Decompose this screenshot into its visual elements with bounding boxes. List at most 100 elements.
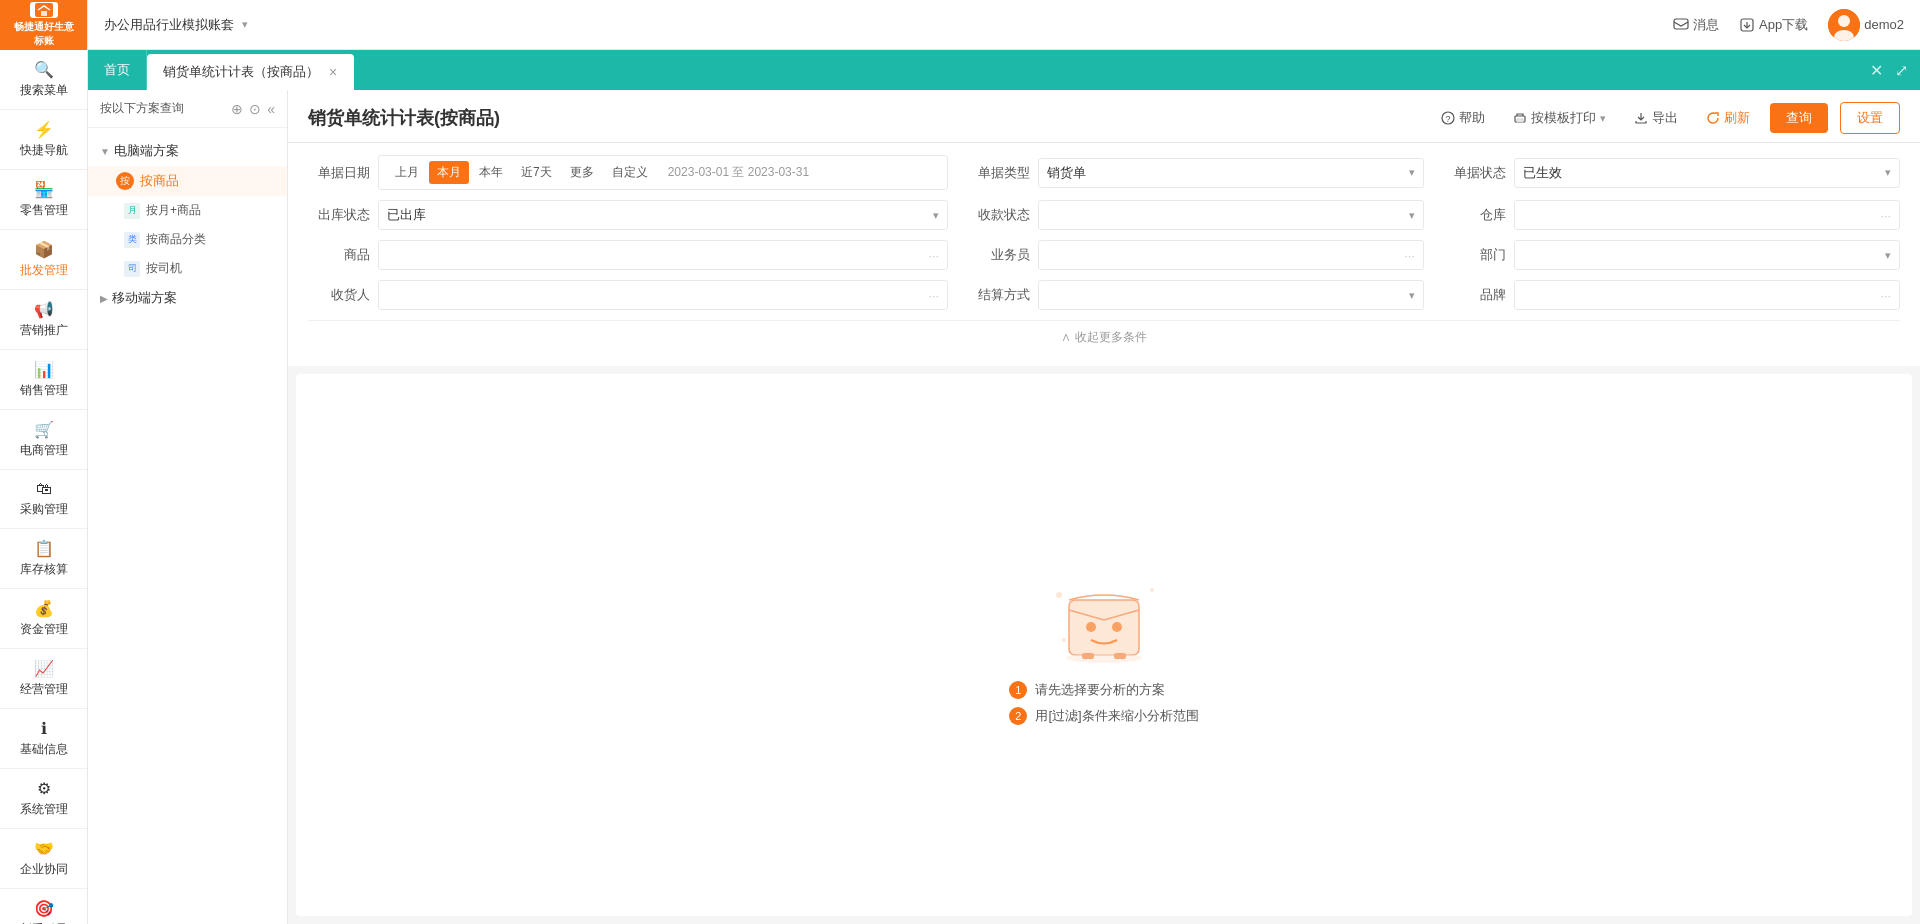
scheme-collapse-btn[interactable]: « — [267, 101, 275, 117]
recv-filter[interactable]: ▾ — [1038, 200, 1424, 230]
scheme-add-btn[interactable]: ⊕ — [231, 101, 243, 117]
tree-item-by-category[interactable]: 类 按商品分类 — [88, 225, 287, 254]
warehouse-dots: ··· — [1880, 208, 1891, 223]
scheme-settings-btn[interactable]: ⊙ — [249, 101, 261, 117]
page-title: 销货单统计计表(按商品) — [308, 106, 500, 130]
sidebar-label-wholesale: 批发管理 — [20, 262, 68, 279]
marketing-icon: 📢 — [34, 300, 54, 319]
tab-home[interactable]: 首页 — [88, 50, 147, 90]
recv-dropdown-arrow[interactable]: ▾ — [1409, 209, 1415, 222]
by-product-icon: 按 — [116, 172, 134, 190]
tree-item-by-product[interactable]: 按 按商品 — [88, 166, 287, 196]
out-filter[interactable]: 已出库 ▾ — [378, 200, 948, 230]
ecom-icon: 🛒 — [34, 420, 54, 439]
sidebar-nav: 🔍 搜索菜单 ⚡ 快捷导航 🏪 零售管理 📦 批发管理 📢 营销推广 📊 销售管… — [0, 50, 87, 924]
tab-close-btn[interactable]: × — [329, 64, 337, 80]
export-label: 导出 — [1652, 109, 1678, 127]
date-tab-last-month[interactable]: 上月 — [387, 161, 427, 184]
filter-area: 单据日期 上月 本月 本年 近7天 更多 自定义 2023-03-01 至 20… — [288, 143, 1920, 366]
sidebar-item-marketing[interactable]: 📢 营销推广 — [0, 290, 87, 350]
brand-filter[interactable]: ··· — [1514, 280, 1900, 310]
export-btn[interactable]: 导出 — [1626, 105, 1686, 131]
date-tab-this-month[interactable]: 本月 — [429, 161, 469, 184]
tree-item-by-month-product[interactable]: 月 按月+商品 — [88, 196, 287, 225]
settings-btn[interactable]: 设置 — [1840, 102, 1900, 134]
quick-nav-icon: ⚡ — [34, 120, 54, 139]
type-dropdown-arrow[interactable]: ▾ — [1409, 166, 1415, 179]
print-btn[interactable]: 按模板打印 ▾ — [1505, 105, 1614, 131]
tab-close-all-btn[interactable]: ✕ — [1866, 57, 1887, 84]
refresh-label: 刷新 — [1724, 109, 1750, 127]
purchase-icon: 🛍 — [36, 480, 52, 498]
tab-bar-actions: ✕ ⤢ — [1866, 57, 1920, 84]
refresh-btn[interactable]: 刷新 — [1698, 105, 1758, 131]
warehouse-filter[interactable]: ··· — [1514, 200, 1900, 230]
sidebar-item-wholesale[interactable]: 📦 批发管理 — [0, 230, 87, 290]
sidebar-item-purchase[interactable]: 🛍 采购管理 — [0, 470, 87, 529]
tree-group-mobile-header[interactable]: ▶ 移动端方案 — [88, 283, 287, 313]
print-dropdown-arrow[interactable]: ▾ — [1600, 112, 1606, 125]
by-category-label: 按商品分类 — [146, 231, 206, 248]
date-filter[interactable]: 上月 本月 本年 近7天 更多 自定义 2023-03-01 至 2023-03… — [378, 155, 948, 190]
query-btn[interactable]: 查询 — [1770, 103, 1828, 133]
sidebar-item-enterprise[interactable]: 🤝 企业协同 — [0, 829, 87, 889]
dept-dropdown-arrow[interactable]: ▾ — [1885, 249, 1891, 262]
status-dropdown-arrow[interactable]: ▾ — [1885, 166, 1891, 179]
sidebar-item-basic[interactable]: ℹ 基础信息 — [0, 709, 87, 769]
top-header: 办公用品行业模拟账套 ▾ 消息 App下载 — [88, 0, 1920, 50]
status-filter[interactable]: 已生效 ▾ — [1514, 158, 1900, 188]
app-download-btn[interactable]: App下载 — [1739, 16, 1808, 34]
page-title-bar: 销货单统计计表(按商品) ? 帮助 — [288, 90, 1920, 143]
empty-tip-1: 1 请先选择要分析的方案 — [1009, 681, 1198, 699]
date-tab-7days[interactable]: 近7天 — [513, 161, 560, 184]
help-label: 帮助 — [1459, 109, 1485, 127]
tab-maximize-btn[interactable]: ⤢ — [1891, 57, 1912, 84]
sidebar-label-marketing: 营销推广 — [20, 322, 68, 339]
sidebar: 畅捷通好生意 标账 🔍 搜索菜单 ⚡ 快捷导航 🏪 零售管理 📦 批发管理 📢 … — [0, 0, 88, 924]
tab-sales-stats[interactable]: 销货单统计计表（按商品） × — [147, 54, 354, 90]
tip-text-2: 用[过滤]条件来缩小分析范围 — [1035, 707, 1198, 725]
sidebar-item-newbie[interactable]: 🎯 新手引导 — [0, 889, 87, 924]
payment-dropdown-arrow[interactable]: ▾ — [1409, 289, 1415, 302]
sidebar-label-ecom: 电商管理 — [20, 442, 68, 459]
dept-filter[interactable]: ▾ — [1514, 240, 1900, 270]
date-tab-custom[interactable]: 自定义 — [604, 161, 656, 184]
payment-filter[interactable]: ▾ — [1038, 280, 1424, 310]
inventory-icon: 📋 — [34, 539, 54, 558]
product-filter[interactable]: ··· — [378, 240, 948, 270]
sidebar-item-sys[interactable]: ⚙ 系统管理 — [0, 769, 87, 829]
tree-item-by-warehouse[interactable]: 司 按司机 — [88, 254, 287, 283]
staff-filter[interactable]: ··· — [1038, 240, 1424, 270]
collapse-bar[interactable]: ∧ 收起更多条件 — [308, 320, 1900, 354]
sidebar-item-quick-nav[interactable]: ⚡ 快捷导航 — [0, 110, 87, 170]
type-filter[interactable]: 销货单 ▾ — [1038, 158, 1424, 188]
recv-label: 收款状态 — [968, 206, 1038, 224]
tip-num-1: 1 — [1009, 681, 1027, 699]
svg-point-15 — [1056, 592, 1062, 598]
sidebar-item-ecom[interactable]: 🛒 电商管理 — [0, 410, 87, 470]
search-menu-icon: 🔍 — [34, 60, 54, 79]
date-tab-more[interactable]: 更多 — [562, 161, 602, 184]
sidebar-item-biz[interactable]: 📈 经营管理 — [0, 649, 87, 709]
user-avatar-btn[interactable]: demo2 — [1828, 9, 1904, 41]
date-tab-this-year[interactable]: 本年 — [471, 161, 511, 184]
receiver-filter[interactable]: ··· — [378, 280, 948, 310]
product-dots: ··· — [928, 248, 939, 263]
sidebar-item-finance[interactable]: 💰 资金管理 — [0, 589, 87, 649]
app-title-dropdown[interactable]: ▾ — [242, 18, 248, 31]
logo-area[interactable]: 畅捷通好生意 标账 — [0, 0, 87, 50]
svg-point-17 — [1062, 638, 1066, 642]
message-btn[interactable]: 消息 — [1673, 16, 1719, 34]
out-dropdown-arrow[interactable]: ▾ — [933, 209, 939, 222]
sidebar-item-retail[interactable]: 🏪 零售管理 — [0, 170, 87, 230]
header-right: 消息 App下载 demo2 — [1673, 9, 1904, 41]
by-product-icon-text: 按 — [120, 174, 130, 188]
message-label: 消息 — [1693, 16, 1719, 34]
receiver-dots: ··· — [928, 288, 939, 303]
sidebar-item-sales[interactable]: 📊 销售管理 — [0, 350, 87, 410]
sidebar-item-search-menu[interactable]: 🔍 搜索菜单 — [0, 50, 87, 110]
tree-group-desktop-header[interactable]: ▼ 电脑端方案 — [88, 136, 287, 166]
help-btn[interactable]: ? 帮助 — [1433, 105, 1493, 131]
warehouse-label: 仓库 — [1444, 206, 1514, 224]
sidebar-item-inventory[interactable]: 📋 库存核算 — [0, 529, 87, 589]
